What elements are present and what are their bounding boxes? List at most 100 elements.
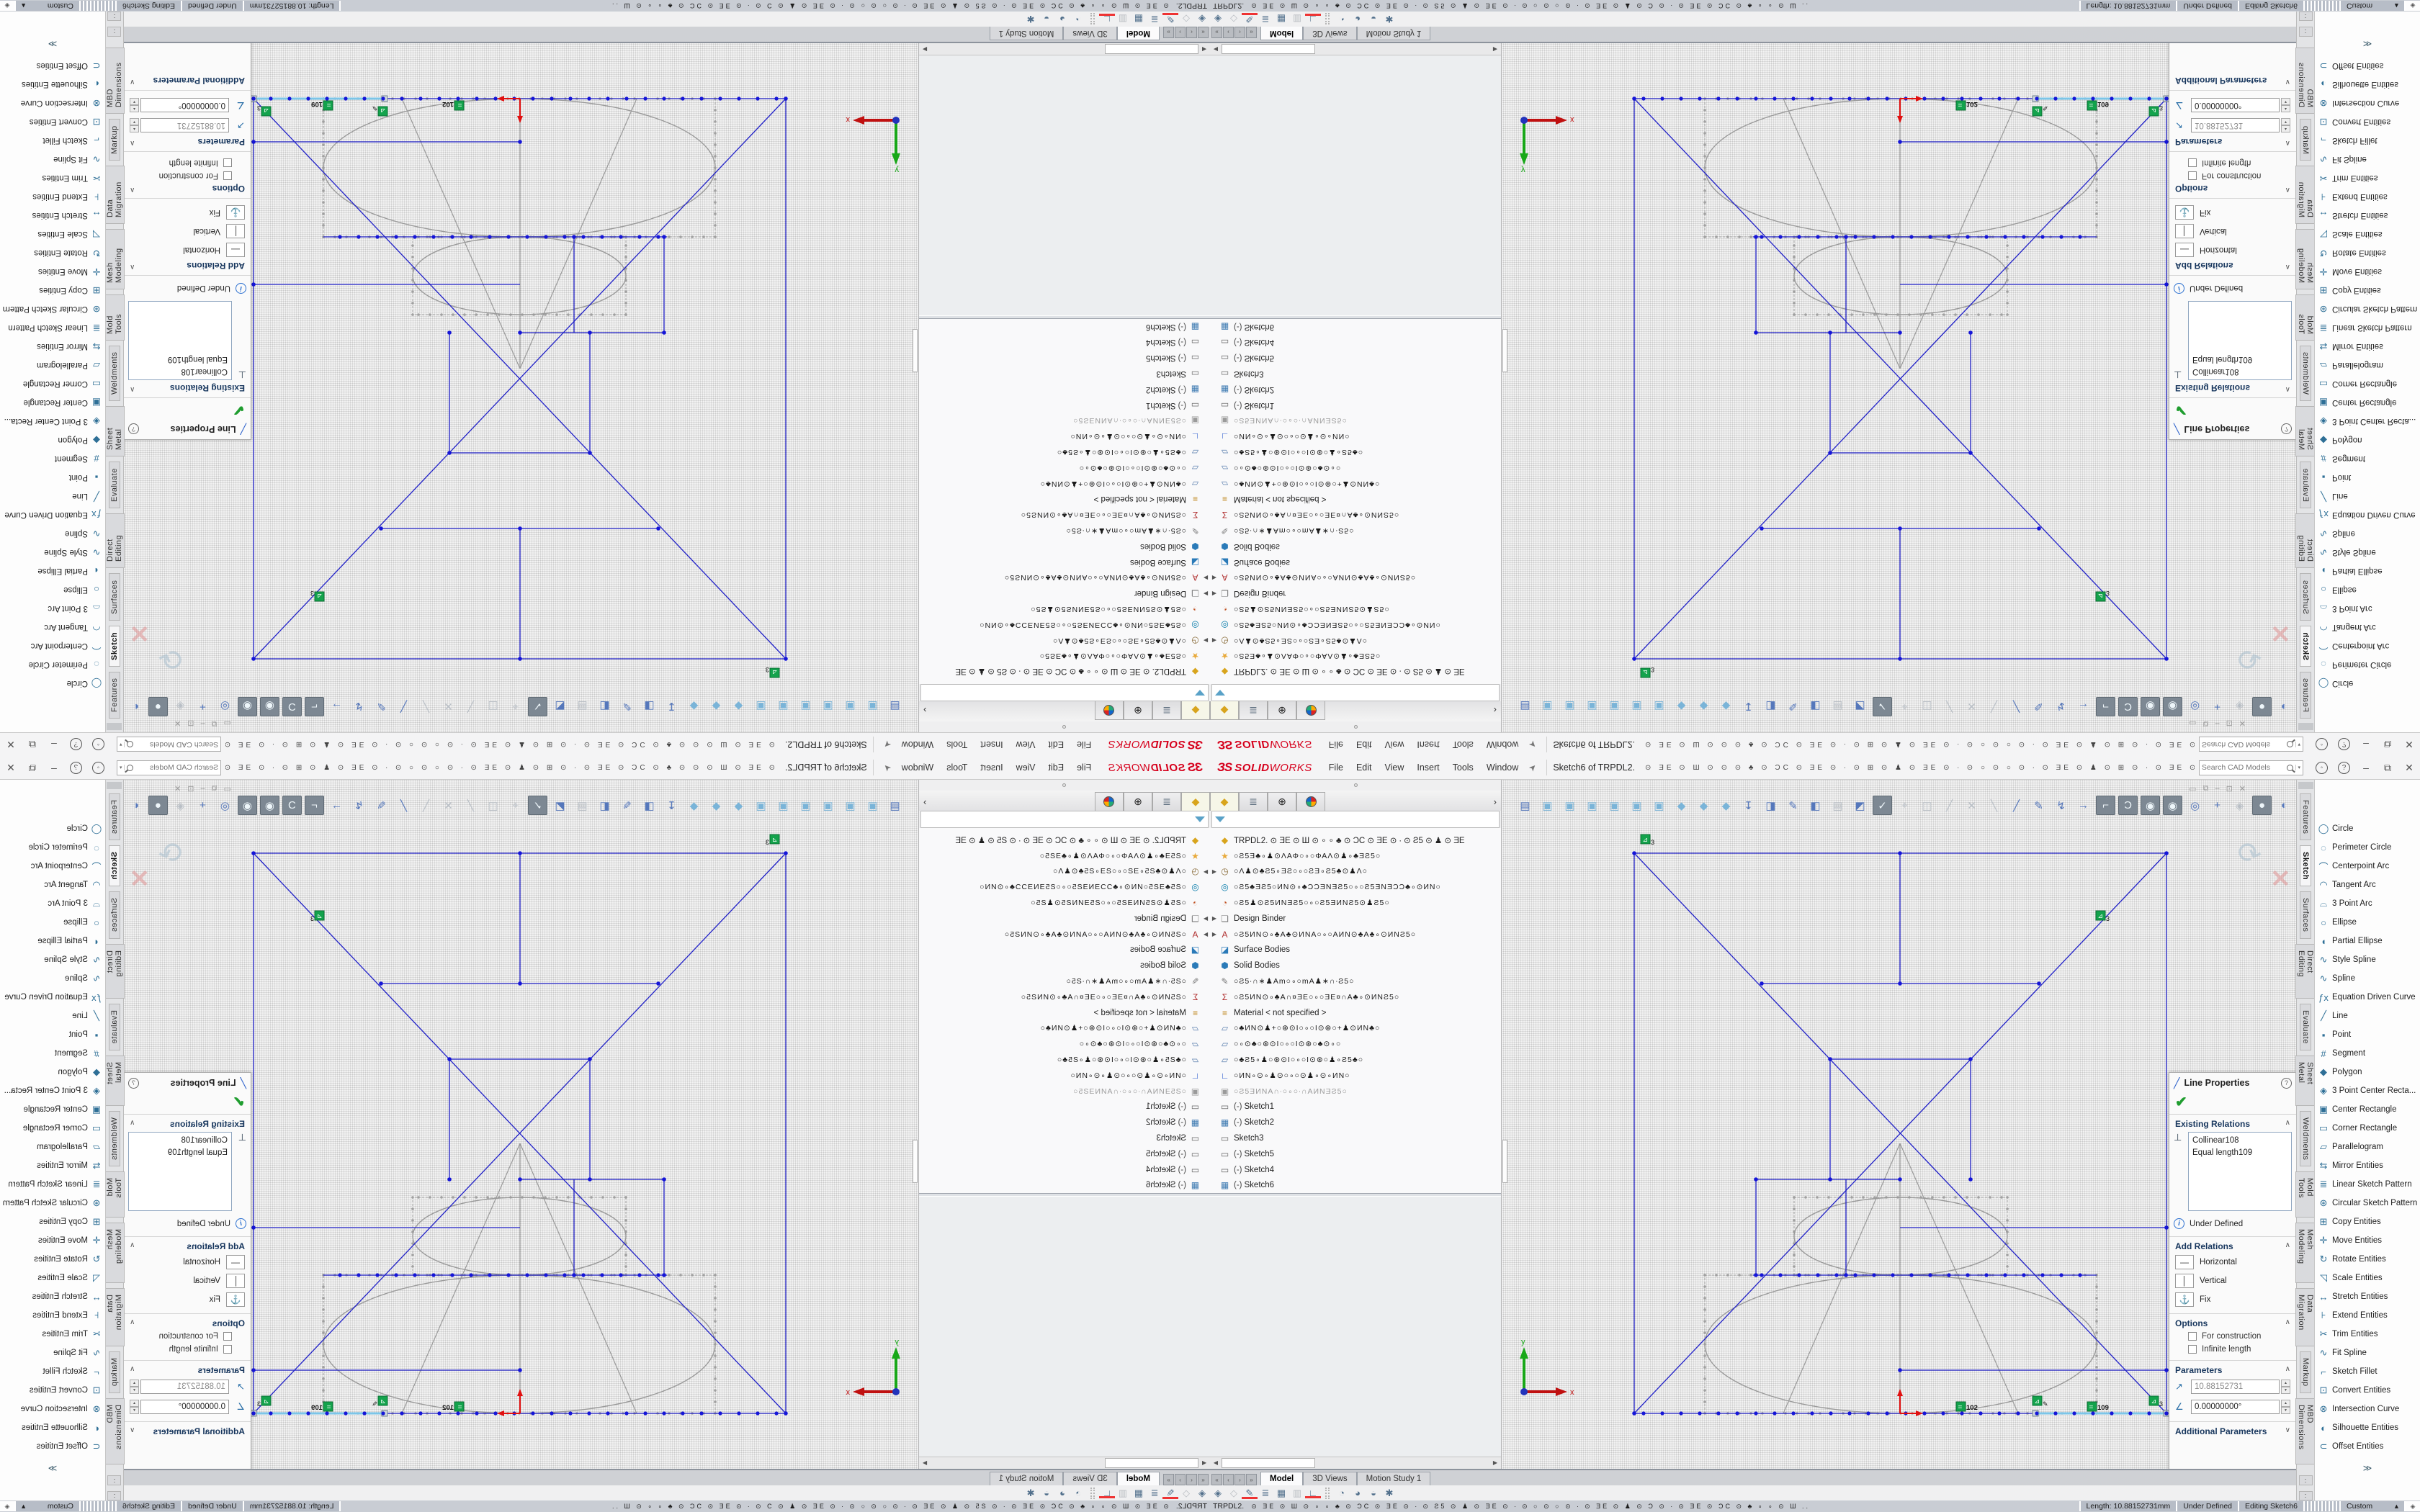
tool-tangent-arc[interactable]: ◠Tangent Arc — [2315, 618, 2420, 636]
tool-perimeter-circle[interactable]: ◌Perimeter Circle — [2315, 838, 2420, 857]
tool-extend-entities[interactable]: ⊦Extend Entities — [2315, 1306, 2420, 1325]
displaymanager-tab[interactable] — [1095, 792, 1124, 811]
tree-row[interactable]: ✎○Ƨ5∙∩∗♟Αm○∘○mΑ♟∗∩∙Ƨ5○ — [919, 523, 1210, 539]
tree-filter-input[interactable] — [1211, 684, 1500, 701]
tab-evaluate[interactable]: Evaluate — [2300, 1004, 2311, 1050]
tool-fit-spline[interactable]: ∿Fit Spline — [2315, 1344, 2420, 1362]
tree-row[interactable]: ▭(-)Sketch5 — [919, 1146, 1210, 1162]
scroll-left-icon[interactable]: ◀ — [1199, 1458, 1209, 1468]
options-section[interactable]: Options∧ — [124, 1314, 251, 1330]
tabs-overflow-icon[interactable]: › — [923, 705, 926, 716]
configurationmanager-tab[interactable]: ⊕ — [1124, 701, 1152, 720]
lower-toolbar-icon[interactable]: ▥ — [1115, 14, 1131, 25]
tab-markup[interactable]: Markup — [2300, 119, 2311, 161]
tab-nav-icon[interactable]: › — [1234, 1474, 1245, 1485]
tab-features[interactable]: Features — [109, 793, 120, 840]
additional-parameters-section[interactable]: Additional Parameters∨ — [124, 1422, 251, 1438]
tree-row[interactable]: ▭(-)Sketch4 — [919, 334, 1210, 350]
tool-stretch-entities[interactable]: ↔Stretch Entities — [0, 1287, 105, 1306]
tree-horizontal-scrollbar[interactable]: ◀ ▶ — [919, 43, 1210, 55]
menu-edit[interactable]: Edit — [1042, 760, 1071, 775]
tab-nav-icon[interactable]: ‹ — [1186, 27, 1197, 38]
tree-row[interactable]: Σ○Ƨ5ИΝ⊙∘♣Α∩¤ƎE○∘○ƎE¤∩Α♣∘⊙ИΝƧ5○ — [919, 507, 1210, 523]
tool-stretch-entities[interactable]: ↔Stretch Entities — [2315, 206, 2420, 225]
add-relation-fix[interactable]: ⚓Fix — [2169, 203, 2296, 222]
lower-toolbar-icon[interactable]: ≣ — [1258, 14, 1273, 25]
tool-stretch-entities[interactable]: ↔Stretch Entities — [2315, 1287, 2420, 1306]
tool-corner-rectangle[interactable]: ▭Corner Rectangle — [2315, 374, 2420, 393]
tree-row[interactable]: ★○Ƨ5Ǝ♣∘♟⊙ΛΑΦ○∘○ΦΑΛ⊙♟∘♣ƎƧ5○ — [1210, 648, 1501, 664]
spinner-control[interactable]: ▲▼ — [2281, 1380, 2290, 1394]
tab-sketch[interactable]: Sketch — [2300, 626, 2311, 667]
tool-trim-entities[interactable]: ✂Trim Entities — [2315, 168, 2420, 187]
tree-row[interactable]: ▶◷○Λ♟⊙♣Ƨ5∘ƎƧ○∘○ƧƎ∘Ƨ5♣⊙♟Λ○ — [1210, 864, 1501, 880]
tab-mesh-modeling[interactable]: Mesh Modeling — [104, 1223, 125, 1283]
add-relation-horizontal[interactable]: —Horizontal — [2169, 240, 2296, 259]
tab-data-migration[interactable]: Data Migration — [2295, 166, 2316, 224]
add-relation-horizontal[interactable]: —Horizontal — [124, 1253, 251, 1272]
checkbox-icon[interactable] — [2188, 158, 2197, 167]
tool-rotate-entities[interactable]: ↻Rotate Entities — [2315, 243, 2420, 262]
lower-toolbar-icon[interactable]: ✱ — [1381, 14, 1397, 25]
expand-arrow-icon[interactable]: ▶ — [1201, 590, 1210, 597]
doc-tab-3d-views[interactable]: 3D Views — [1303, 1472, 1356, 1485]
lower-toolbar-icon[interactable]: ◔ — [1334, 1488, 1350, 1498]
status-custom-dropdown[interactable]: Custom▴ — [2339, 1501, 2404, 1511]
search-icon[interactable] — [2287, 765, 2293, 771]
featuremanager-tab[interactable]: ◆ — [1210, 701, 1239, 720]
option-length[interactable]: Infinite length — [124, 156, 251, 169]
tools-more-icon[interactable]: ≫ — [2315, 39, 2420, 49]
tree-row[interactable]: ▶◷○Λ♟⊙♣Ƨ5∘ƎƧ○∘○ƧƎ∘Ƨ5♣⊙♟Λ○ — [919, 864, 1210, 880]
tool-offset-entities[interactable]: ⊂Offset Entities — [2315, 56, 2420, 75]
parameter-field[interactable]: 10.88152731 — [140, 118, 229, 132]
tab-sketch[interactable]: Sketch — [109, 845, 120, 886]
menu-file[interactable]: File — [1322, 737, 1350, 752]
checkbox-icon[interactable] — [223, 1332, 232, 1341]
tool-point[interactable]: ▪Point — [2315, 468, 2420, 487]
tab-nav-icon[interactable]: « — [1211, 27, 1222, 38]
menu-view[interactable]: View — [1010, 760, 1042, 775]
tab-nav-icon[interactable]: » — [1163, 1474, 1174, 1485]
tool-intersection-curve[interactable]: ⊗Intersection Curve — [0, 1400, 105, 1418]
lower-toolbar-icon[interactable]: ◕ — [1350, 14, 1366, 24]
panel-splitter[interactable] — [919, 721, 1210, 732]
doc-tab-motion-study-1[interactable]: Motion Study 1 — [1357, 27, 1431, 40]
menu-view[interactable]: View — [1010, 737, 1042, 752]
tab-mesh-modeling[interactable]: Mesh Modeling — [2295, 229, 2316, 289]
tool-ellipse[interactable]: ○Ellipse — [2315, 580, 2420, 599]
menu-edit[interactable]: Edit — [1350, 760, 1379, 775]
propertymanager-tab[interactable]: ≣ — [1239, 701, 1268, 720]
tab-surfaces[interactable]: Surfaces — [2300, 891, 2311, 938]
lower-toolbar-icon[interactable]: ◈ — [1194, 14, 1210, 25]
tree-row[interactable]: ◪Surface Bodies — [919, 554, 1210, 570]
tool-3-point-arc[interactable]: ⌓3 Point Arc — [0, 894, 105, 913]
menu-tools[interactable]: Tools — [1446, 760, 1480, 775]
tree-row[interactable]: ▭(-)Sketch1 — [919, 397, 1210, 413]
minimize-button[interactable]: – — [43, 739, 65, 750]
expand-arrow-icon[interactable]: ▶ — [1201, 575, 1210, 581]
parameters-section[interactable]: Parameters∧ — [124, 135, 251, 151]
add-relations-section[interactable]: Add Relations∧ — [2169, 259, 2296, 275]
tool-perimeter-circle[interactable]: ◌Perimeter Circle — [0, 655, 105, 674]
tool-sketch-fillet[interactable]: ⌐Sketch Fillet — [2315, 131, 2420, 150]
menu-view[interactable]: View — [1378, 760, 1410, 775]
parameter-field[interactable]: 0.00000000° — [2191, 1400, 2280, 1414]
tree-row[interactable]: ▱○∘⊙♣○⊛⊙Ι○∘○Ι⊙⊛○♣⊙∘○ — [919, 460, 1210, 476]
tool-copy-entities[interactable]: ⊞Copy Entities — [2315, 281, 2420, 300]
tool-copy-entities[interactable]: ⊞Copy Entities — [0, 281, 105, 300]
scroll-left-icon[interactable]: ◀ — [1211, 44, 1221, 54]
menu-window[interactable]: Window — [895, 760, 940, 775]
add-relation-vertical[interactable]: │Vertical — [124, 1272, 251, 1290]
expand-arrow-icon[interactable]: ▶ — [1201, 868, 1210, 875]
splitter-dot[interactable] — [1354, 783, 1358, 787]
strip-scroll-box[interactable] — [107, 723, 122, 730]
options-section[interactable]: Options∧ — [2169, 1314, 2296, 1330]
lower-toolbar-icon[interactable]: ✎ — [1242, 1488, 1258, 1499]
checkbox-icon[interactable] — [223, 158, 232, 167]
parameter-field[interactable]: 10.88152731 — [140, 1380, 229, 1394]
tool-linear-sketch-pattern[interactable]: ≣Linear Sketch Pattern — [0, 1175, 105, 1194]
search-cad-models-input[interactable]: Search CAD Models ▾ — [2199, 760, 2303, 775]
tool-fit-spline[interactable]: ∿Fit Spline — [0, 1344, 105, 1362]
parameter-field[interactable]: 0.00000000° — [140, 98, 229, 112]
scrollbar-track[interactable] — [1222, 44, 1315, 54]
